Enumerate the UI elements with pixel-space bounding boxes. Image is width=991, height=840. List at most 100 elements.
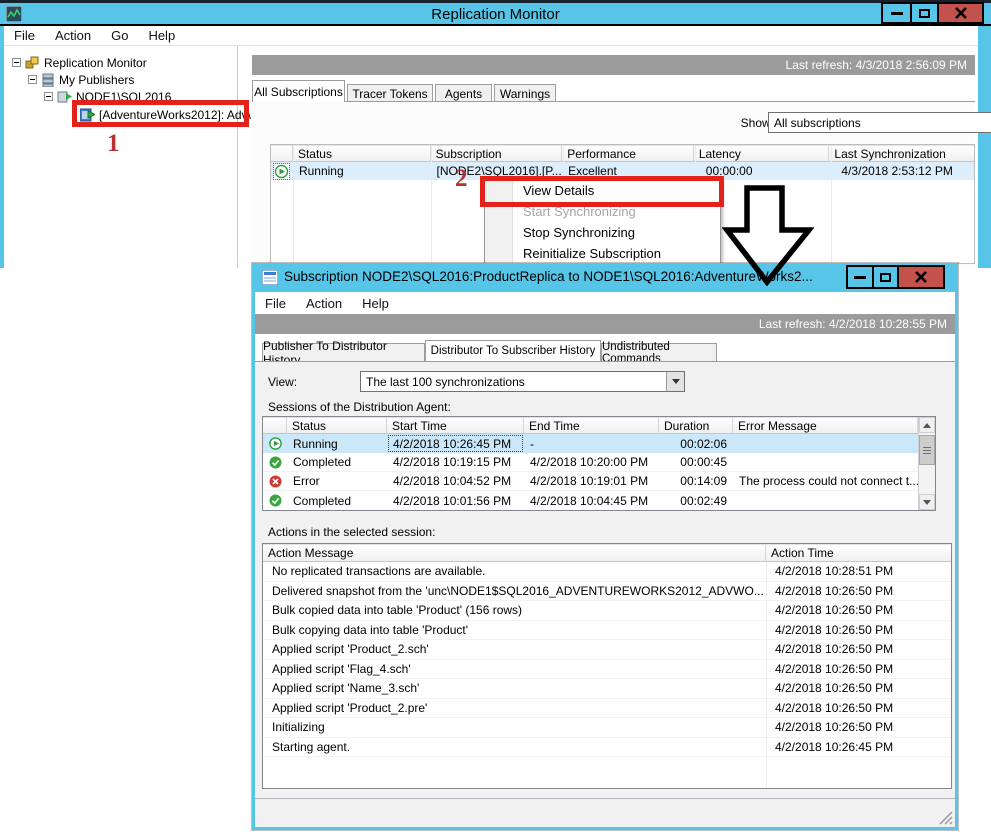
tree-label[interactable]: My Publishers xyxy=(59,73,134,87)
table-row[interactable]: Error 4/2/2018 10:04:52 PM 4/2/2018 10:1… xyxy=(263,472,935,491)
menu-action[interactable]: Action xyxy=(45,25,101,46)
sessions-header-end[interactable]: End Time xyxy=(524,417,659,434)
actions-table: Action Message Action Time No replicated… xyxy=(262,543,952,789)
cell-action-message: Bulk copying data into table 'Product' xyxy=(272,622,469,637)
window-right-edge xyxy=(978,26,991,268)
actions-label: Actions in the selected session: xyxy=(268,525,436,539)
actions-header-message[interactable]: Action Message xyxy=(263,544,766,562)
cell-error xyxy=(733,491,918,510)
show-dropdown[interactable]: All subscriptions xyxy=(768,112,991,133)
grid-header-status[interactable]: Status xyxy=(292,145,431,162)
close-button[interactable] xyxy=(937,2,984,24)
collapse-icon[interactable] xyxy=(12,58,21,67)
tab-undistributed-commands[interactable]: Undistributed Commands xyxy=(601,341,717,365)
menu-item-reinitialize-subscription[interactable]: Reinitialize Subscription xyxy=(485,243,720,264)
grid-header-last-sync[interactable]: Last Synchronization xyxy=(829,145,974,162)
cell-start-time: 4/2/2018 10:19:15 PM xyxy=(393,455,512,469)
table-row[interactable]: Applied script 'Product_2.sch' 4/2/2018 … xyxy=(263,640,951,660)
sessions-header-duration[interactable]: Duration xyxy=(659,417,733,434)
minimize-icon xyxy=(854,275,866,279)
table-row[interactable]: Bulk copied data into table 'Product' (1… xyxy=(263,601,951,621)
status-bar xyxy=(255,798,955,827)
menu-file[interactable]: File xyxy=(4,25,45,46)
vertical-scrollbar[interactable] xyxy=(918,417,935,510)
table-row[interactable]: Running 4/2/2018 10:26:45 PM - 00:02:06 xyxy=(263,434,935,453)
close-icon xyxy=(954,7,967,19)
tab-agents[interactable]: Agents xyxy=(435,84,492,102)
grid-header-icon[interactable] xyxy=(271,145,293,162)
title-bar[interactable]: Replication Monitor xyxy=(0,3,991,26)
cell-status: Completed xyxy=(293,455,352,469)
error-status-icon xyxy=(269,475,281,487)
sessions-header-start[interactable]: Start Time xyxy=(387,417,524,434)
table-row[interactable]: Completed 4/2/2018 10:01:56 PM 4/2/2018 … xyxy=(263,491,935,510)
desktop: Replication Monitor File Action Go Help … xyxy=(0,0,991,840)
minimize-button[interactable] xyxy=(846,265,874,289)
tab-all-subscriptions[interactable]: All Subscriptions xyxy=(252,80,345,102)
window-controls xyxy=(881,2,984,24)
sessions-header-status[interactable]: Status xyxy=(287,417,387,434)
actions-header-time[interactable]: Action Time xyxy=(766,544,951,562)
tab-distributor-to-subscriber[interactable]: Distributor To Subscriber History xyxy=(425,340,601,361)
close-button[interactable] xyxy=(897,265,945,289)
table-row[interactable]: No replicated transactions are available… xyxy=(263,562,951,582)
tree-label[interactable]: Replication Monitor xyxy=(44,56,147,70)
table-row[interactable]: Initializing 4/2/2018 10:26:50 PM xyxy=(263,718,951,738)
table-row[interactable]: Applied script 'Name_3.sch' 4/2/2018 10:… xyxy=(263,679,951,699)
collapse-icon[interactable] xyxy=(44,92,53,101)
cell-start-time: 4/2/2018 10:01:56 PM xyxy=(393,493,512,508)
scroll-down-button[interactable] xyxy=(919,494,935,510)
last-refresh-bar: Last refresh: 4/2/2018 10:28:55 PM xyxy=(255,314,955,334)
scroll-up-button[interactable] xyxy=(919,417,935,433)
view-dropdown[interactable]: The last 100 synchronizations xyxy=(360,371,685,392)
cell-duration: 00:14:09 xyxy=(680,474,727,488)
sessions-table: Status Start Time End Time Duration Erro… xyxy=(262,416,936,511)
grid-header-row: Status Subscription Performance Latency … xyxy=(271,145,974,162)
cell-end-time: 4/2/2018 10:20:00 PM xyxy=(530,455,649,469)
menu-file[interactable]: File xyxy=(255,293,296,314)
tab-warnings[interactable]: Warnings xyxy=(494,84,556,102)
grid-header-subscription[interactable]: Subscription xyxy=(430,145,563,162)
tree-item-replication-monitor[interactable]: Replication Monitor xyxy=(12,54,147,71)
grid-gridline xyxy=(293,145,294,263)
cell-duration: 00:02:49 xyxy=(680,493,727,508)
cell-error xyxy=(733,453,918,471)
minimize-button[interactable] xyxy=(881,2,912,24)
cell-duration: 00:02:06 xyxy=(680,436,727,451)
maximize-button[interactable] xyxy=(910,2,939,24)
replication-monitor-icon xyxy=(25,56,39,68)
menu-help[interactable]: Help xyxy=(352,293,399,314)
table-row[interactable]: Starting agent. 4/2/2018 10:26:45 PM xyxy=(263,738,951,757)
sessions-header-error[interactable]: Error Message xyxy=(733,417,918,434)
scrollbar-thumb[interactable] xyxy=(919,435,935,465)
sessions-header-icon[interactable] xyxy=(263,417,287,434)
table-row[interactable]: Bulk copying data into table 'Product' 4… xyxy=(263,621,951,640)
dropdown-button[interactable] xyxy=(666,372,684,391)
menu-action[interactable]: Action xyxy=(296,293,352,314)
chevron-down-icon xyxy=(671,379,680,384)
menu-go[interactable]: Go xyxy=(101,25,138,46)
grid-header-performance[interactable]: Performance xyxy=(562,145,694,162)
tab-tracer-tokens[interactable]: Tracer Tokens xyxy=(347,84,433,102)
grid-header-latency[interactable]: Latency xyxy=(693,145,830,162)
menu-help[interactable]: Help xyxy=(138,25,185,46)
tab-publisher-to-distributor[interactable]: Publisher To Distributor History xyxy=(262,339,425,367)
history-panel: View: The last 100 synchronizations Sess… xyxy=(255,361,955,798)
cell-status: Running xyxy=(298,164,344,178)
cell-end-time: 4/2/2018 10:04:45 PM xyxy=(530,493,649,508)
title-bar[interactable]: Subscription NODE2\SQL2016:ProductReplic… xyxy=(252,263,958,292)
tree-item-my-publishers[interactable]: My Publishers xyxy=(28,71,134,88)
menu-item-stop-synchronizing[interactable]: Stop Synchronizing xyxy=(485,222,720,243)
cell-duration: 00:00:45 xyxy=(680,455,727,469)
collapse-icon[interactable] xyxy=(28,75,37,84)
subscription-window-icon xyxy=(262,270,278,285)
cell-action-message: Applied script 'Product_2.sch' xyxy=(272,642,429,657)
table-row[interactable]: Applied script 'Product_2.pre' 4/2/2018 … xyxy=(263,699,951,718)
cell-error: The process could not connect t... xyxy=(739,474,918,488)
minimize-icon xyxy=(890,11,903,15)
table-row[interactable]: Delivered snapshot from the 'unc\NODE1$S… xyxy=(263,582,951,601)
maximize-button[interactable] xyxy=(872,265,899,289)
table-row[interactable]: Completed 4/2/2018 10:19:15 PM 4/2/2018 … xyxy=(263,453,935,472)
table-row[interactable]: Applied script 'Flag_4.sch' 4/2/2018 10:… xyxy=(263,660,951,679)
resize-grip-icon[interactable] xyxy=(939,811,953,825)
